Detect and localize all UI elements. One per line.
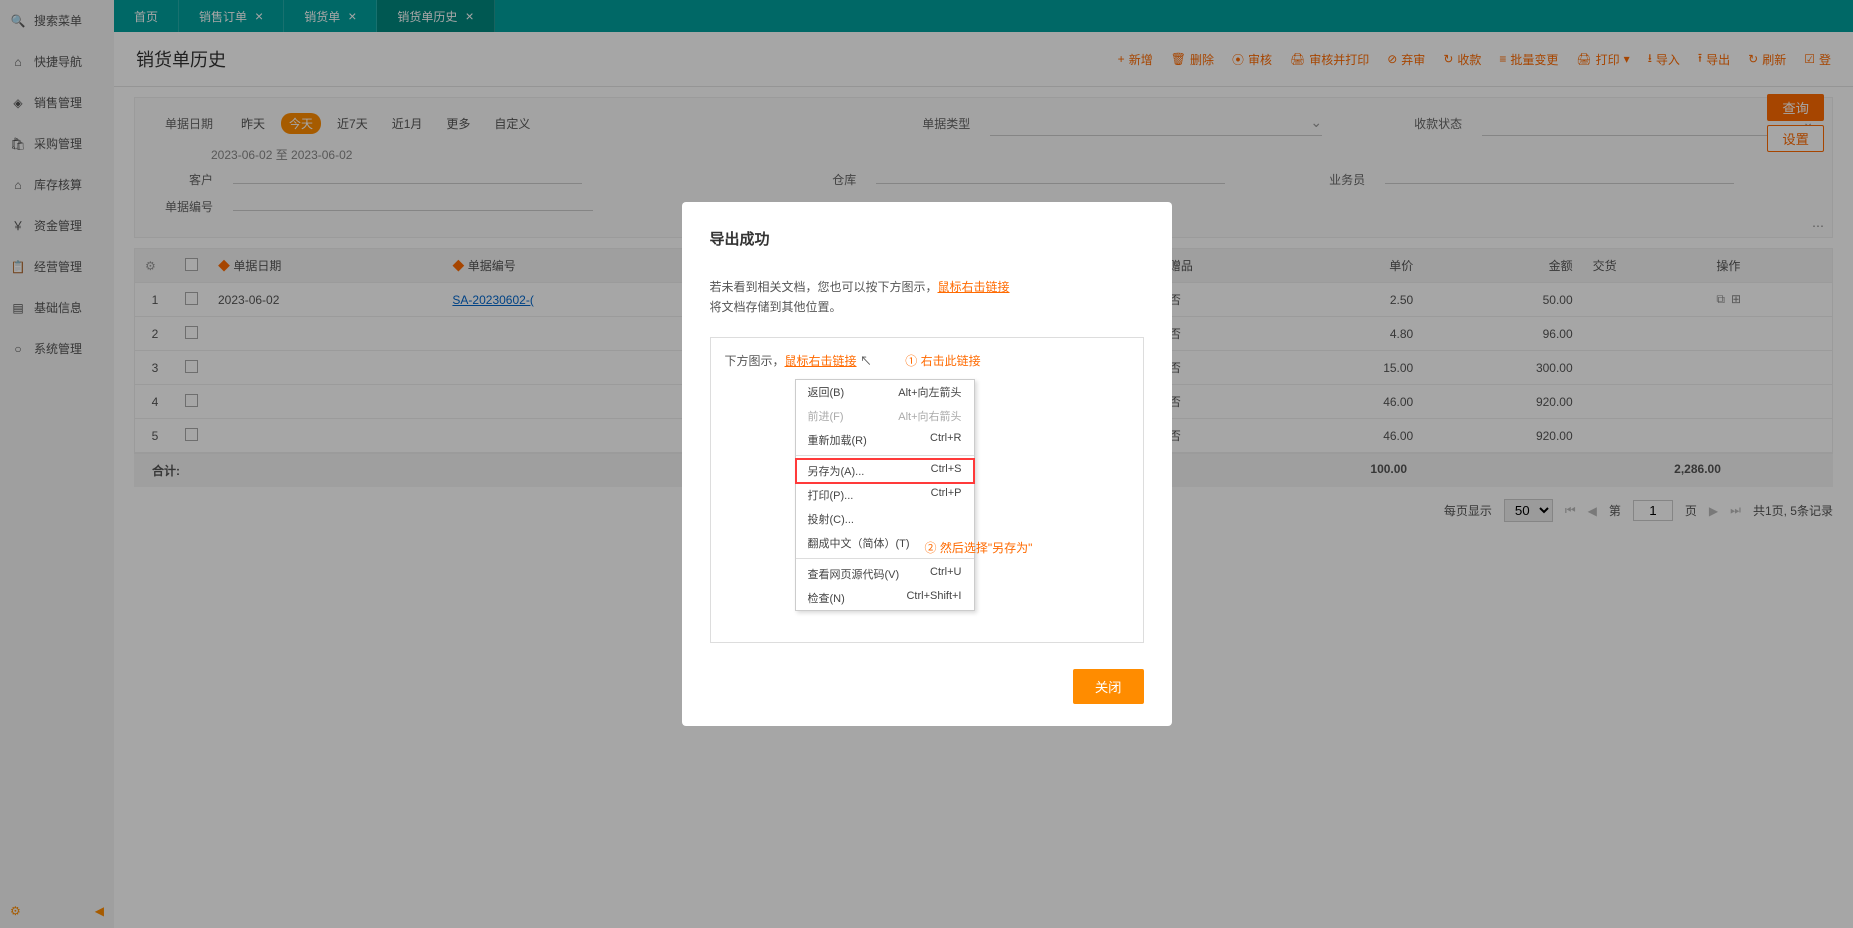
modal: 导出成功 若未看到相关文档，您也可以按下方图示，鼠标右击链接 将文档存储到其他位… — [682, 202, 1172, 727]
modal-overlay[interactable]: 导出成功 若未看到相关文档，您也可以按下方图示，鼠标右击链接 将文档存储到其他位… — [0, 0, 1853, 928]
modal-title: 导出成功 — [710, 228, 1144, 249]
modal-body: 若未看到相关文档，您也可以按下方图示，鼠标右击链接 将文档存储到其他位置。 — [710, 277, 1144, 318]
context-menu-item: 另存为(A)...Ctrl+S — [796, 459, 974, 483]
context-menu-item: 打印(P)...Ctrl+P — [796, 483, 974, 507]
context-menu-item: 检查(N)Ctrl+Shift+I — [796, 586, 974, 610]
context-menu-illustration: 返回(B)Alt+向左箭头前进(F)Alt+向右箭头重新加载(R)Ctrl+R 另… — [795, 379, 975, 611]
modal-link[interactable]: 鼠标右击链接 — [938, 280, 1010, 294]
context-menu-item: 查看网页源代码(V)Ctrl+U — [796, 562, 974, 586]
tip-2: ② 然后选择"另存为" — [925, 539, 1329, 556]
illustration-link: 鼠标右击链接 — [785, 354, 857, 368]
tip-1: ① 右击此链接 — [905, 354, 980, 368]
context-menu-item: 重新加载(R)Ctrl+R — [796, 428, 974, 452]
context-menu-item: 返回(B)Alt+向左箭头 — [796, 380, 974, 404]
context-menu-item: 投射(C)... — [796, 507, 974, 531]
modal-illustration: 下方图示，鼠标右击链接 ↖ ① 右击此链接 返回(B)Alt+向左箭头前进(F)… — [710, 337, 1144, 643]
cursor-icon: ↖ — [860, 354, 872, 368]
close-button[interactable]: 关闭 — [1073, 669, 1144, 704]
context-menu-item: 前进(F)Alt+向右箭头 — [796, 404, 974, 428]
